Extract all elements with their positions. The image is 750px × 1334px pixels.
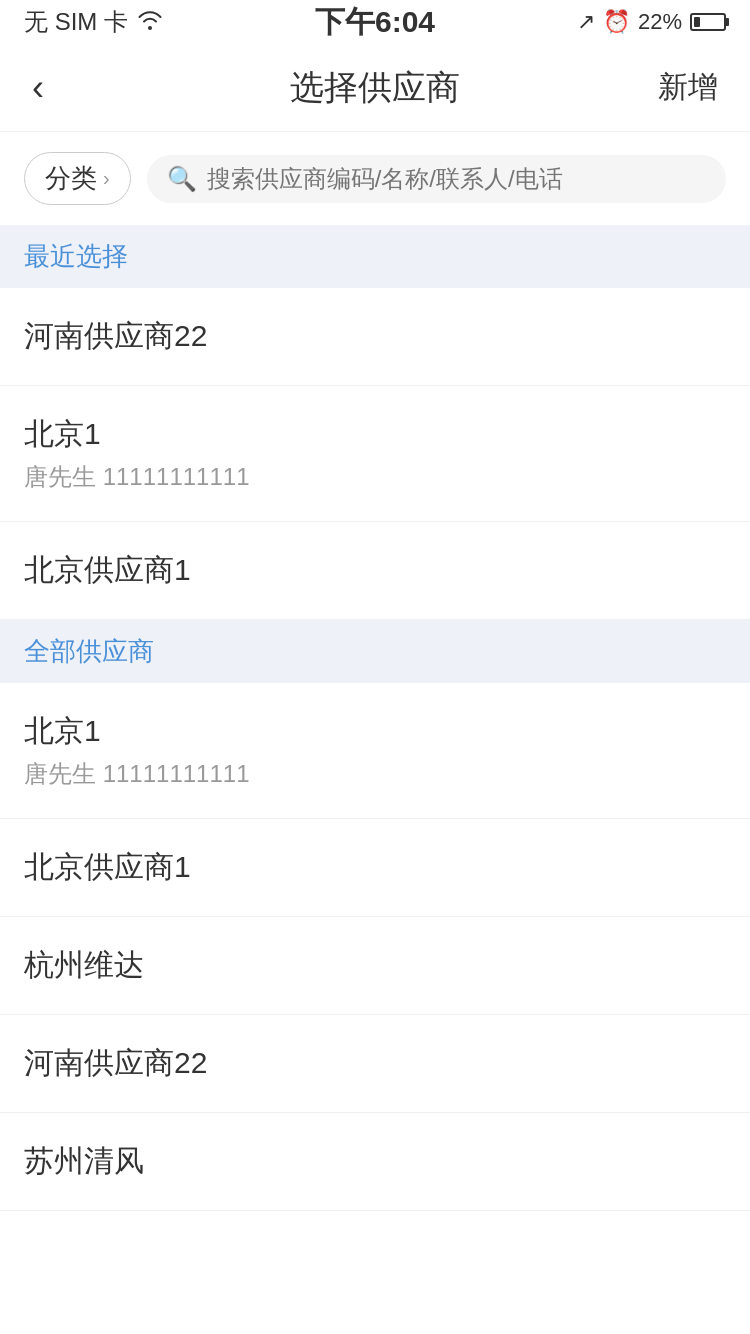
search-input[interactable] xyxy=(207,165,706,193)
recent-section-label: 最近选择 xyxy=(24,241,128,271)
list-item[interactable]: 北京1 唐先生 11111111111 xyxy=(0,386,750,522)
page-title: 选择供应商 xyxy=(290,65,460,111)
list-item[interactable]: 杭州维达 xyxy=(0,917,750,1015)
search-box[interactable]: 🔍 xyxy=(147,155,726,203)
category-filter[interactable]: 分类 › xyxy=(24,152,131,205)
status-bar: 无 SIM 卡 下午6:04 ↗ ⏰ 22% xyxy=(0,0,750,44)
list-item[interactable]: 河南供应商22 xyxy=(0,288,750,386)
list-item[interactable]: 北京1 唐先生 11111111111 xyxy=(0,683,750,819)
status-time: 下午6:04 xyxy=(315,2,435,43)
status-right: ↗ ⏰ 22% xyxy=(577,9,726,35)
item-name: 苏州清风 xyxy=(24,1141,726,1182)
all-suppliers-list: 北京1 唐先生 11111111111 北京供应商1 杭州维达河南供应商22 苏州清风 xyxy=(0,683,750,1211)
list-item[interactable]: 北京供应商1 xyxy=(0,522,750,620)
nav-bar: ‹ 选择供应商 新增 xyxy=(0,44,750,132)
item-name: 北京供应商1 xyxy=(24,550,726,591)
recent-list: 河南供应商22 北京1 唐先生 11111111111 北京供应商1 xyxy=(0,288,750,620)
status-left: 无 SIM 卡 xyxy=(24,6,164,38)
category-label: 分类 xyxy=(45,161,97,196)
add-button[interactable]: 新增 xyxy=(658,67,718,108)
all-section-label: 全部供应商 xyxy=(24,636,154,666)
battery-text: 22% xyxy=(638,9,682,35)
search-icon: 🔍 xyxy=(167,165,197,193)
item-sub: 唐先生 11111111111 xyxy=(24,461,726,493)
recent-section-header: 最近选择 xyxy=(0,225,750,288)
item-name: 河南供应商22 xyxy=(24,316,726,357)
alarm-icon: ⏰ xyxy=(603,9,630,35)
wifi-icon xyxy=(136,8,164,36)
all-section-header: 全部供应商 xyxy=(0,620,750,683)
filter-bar: 分类 › 🔍 xyxy=(0,132,750,225)
item-sub: 唐先生 11111111111 xyxy=(24,758,726,790)
item-name: 北京1 xyxy=(24,414,726,455)
item-name: 北京供应商1 xyxy=(24,847,726,888)
list-item[interactable]: 北京供应商1 xyxy=(0,819,750,917)
battery-icon xyxy=(690,13,726,31)
back-button[interactable]: ‹ xyxy=(32,67,92,109)
item-name: 河南供应商22 xyxy=(24,1043,726,1084)
location-icon: ↗ xyxy=(577,9,595,35)
item-name: 北京1 xyxy=(24,711,726,752)
no-sim-text: 无 SIM 卡 xyxy=(24,6,128,38)
chevron-right-icon: › xyxy=(103,167,110,190)
item-name: 杭州维达 xyxy=(24,945,726,986)
list-item[interactable]: 苏州清风 xyxy=(0,1113,750,1211)
list-item[interactable]: 河南供应商22 xyxy=(0,1015,750,1113)
